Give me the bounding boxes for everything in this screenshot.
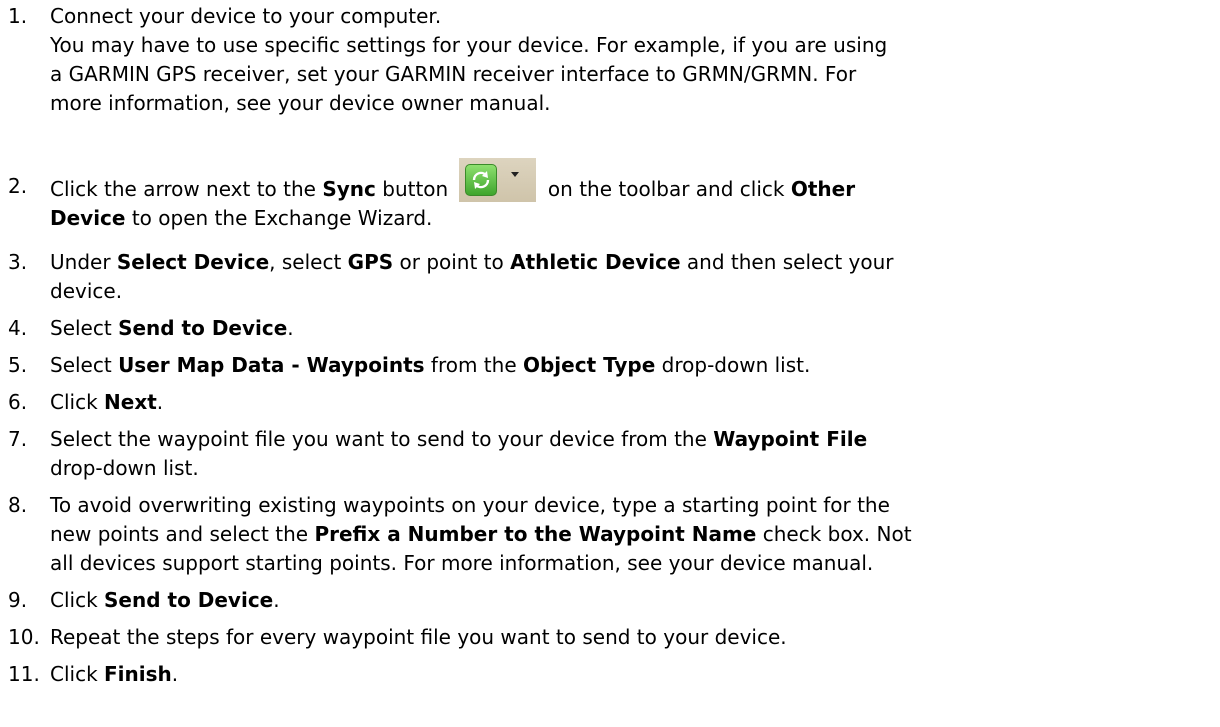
step-text: To avoid overwriting existing waypoints … xyxy=(50,491,1213,578)
step-text-run: , select xyxy=(269,250,348,274)
step-text-run: Select the waypoint file you want to sen… xyxy=(50,427,714,451)
step-line: drop-down list. xyxy=(50,456,199,480)
step-text-run: . xyxy=(287,316,294,340)
step-line: a GARMIN GPS receiver, set your GARMIN r… xyxy=(50,62,857,86)
step-text-run: Under xyxy=(50,250,117,274)
step-bold-run: User Map Data - Waypoints xyxy=(118,353,425,377)
step-text-run: drop-down list. xyxy=(655,353,811,377)
step-bold-run: Select Device xyxy=(116,250,270,274)
step-bold-run: Other xyxy=(790,177,856,201)
step-line: You may have to use specific settings fo… xyxy=(50,33,888,57)
step-text: Connect your device to your computer. Yo… xyxy=(50,2,1213,118)
step-text: Click Finish. xyxy=(50,660,1213,689)
step-number: 2. xyxy=(8,174,28,198)
step-bold-run: Object Type xyxy=(522,353,656,377)
step-line: To avoid overwriting existing waypoints … xyxy=(50,493,890,517)
step-text-run: . xyxy=(156,390,164,414)
step-text: Select the waypoint file you want to sen… xyxy=(50,425,1213,483)
step-text-run: Click xyxy=(50,588,105,612)
step-text: Under Select Device, select GPS or point… xyxy=(50,248,1213,306)
sync-icon xyxy=(464,164,497,196)
step-text: Click Send to Device. xyxy=(50,586,1213,615)
step-text: Select User Map Data - Waypoints from th… xyxy=(50,351,1213,380)
step-bold-run: Waypoint File xyxy=(713,427,868,451)
step-bold-run: Athletic Device xyxy=(510,250,681,274)
step-bold-run: Sync xyxy=(322,177,376,201)
step-text-run: new points and select the xyxy=(50,522,315,546)
step-bold-run: Prefix a Number to the Waypoint Name xyxy=(314,522,757,546)
step-text-run: from the xyxy=(424,353,523,377)
step-text: Repeat the steps for every waypoint file… xyxy=(50,623,1213,652)
step-number: 10. xyxy=(8,625,40,649)
step-text-run: on the toolbar and click xyxy=(541,177,791,201)
step-text-run: Click the arrow next to the xyxy=(50,177,323,201)
step-line: Connect your device to your computer. xyxy=(50,4,442,28)
step-text-run: to open the Exchange Wizard. xyxy=(125,206,433,230)
instructions-document: 1. Connect your device to your computer.… xyxy=(0,0,1220,727)
sync-button-icon xyxy=(458,158,536,202)
step-text-run: . xyxy=(171,662,179,686)
step-number: 4. xyxy=(8,316,28,340)
step-bold-run: GPS xyxy=(347,250,394,274)
step-text: Select Send to Device. xyxy=(50,314,1213,343)
step-text-run: . xyxy=(273,588,280,612)
step-line: all devices support starting points. For… xyxy=(50,551,874,575)
step-number: 7. xyxy=(8,427,28,451)
step-number: 1. xyxy=(8,4,28,28)
step-line: Repeat the steps for every waypoint file… xyxy=(50,625,787,649)
step-bold-run: Device xyxy=(50,206,126,230)
step-number: 3. xyxy=(8,250,28,274)
step-bold-run: Next xyxy=(104,390,157,414)
step-text: Click Next. xyxy=(50,388,1213,417)
step-number: 5. xyxy=(8,353,28,377)
step-text: Click the arrow next to the Sync button … xyxy=(50,158,1213,233)
step-line: device. xyxy=(50,279,123,303)
step-text-run: and then select your xyxy=(680,250,894,274)
step-text-run: Select xyxy=(50,353,119,377)
step-bold-run: Finish xyxy=(104,662,172,686)
step-text-run: Select xyxy=(50,316,119,340)
step-text-run: check box. Not xyxy=(756,522,912,546)
step-text-run: or point to xyxy=(393,250,511,274)
step-bold-run: Send to Device xyxy=(104,588,274,612)
dropdown-arrow-icon xyxy=(510,172,519,177)
step-number: 8. xyxy=(8,493,28,517)
step-number: 6. xyxy=(8,390,28,414)
step-number: 11. xyxy=(8,662,40,686)
step-bold-run: Send to Device xyxy=(118,316,288,340)
step-text-run: Click xyxy=(50,662,105,686)
step-number: 9. xyxy=(8,588,28,612)
step-text-run: button xyxy=(375,177,449,201)
step-line: more information, see your device owner … xyxy=(50,91,551,115)
step-text-run: Click xyxy=(50,390,105,414)
